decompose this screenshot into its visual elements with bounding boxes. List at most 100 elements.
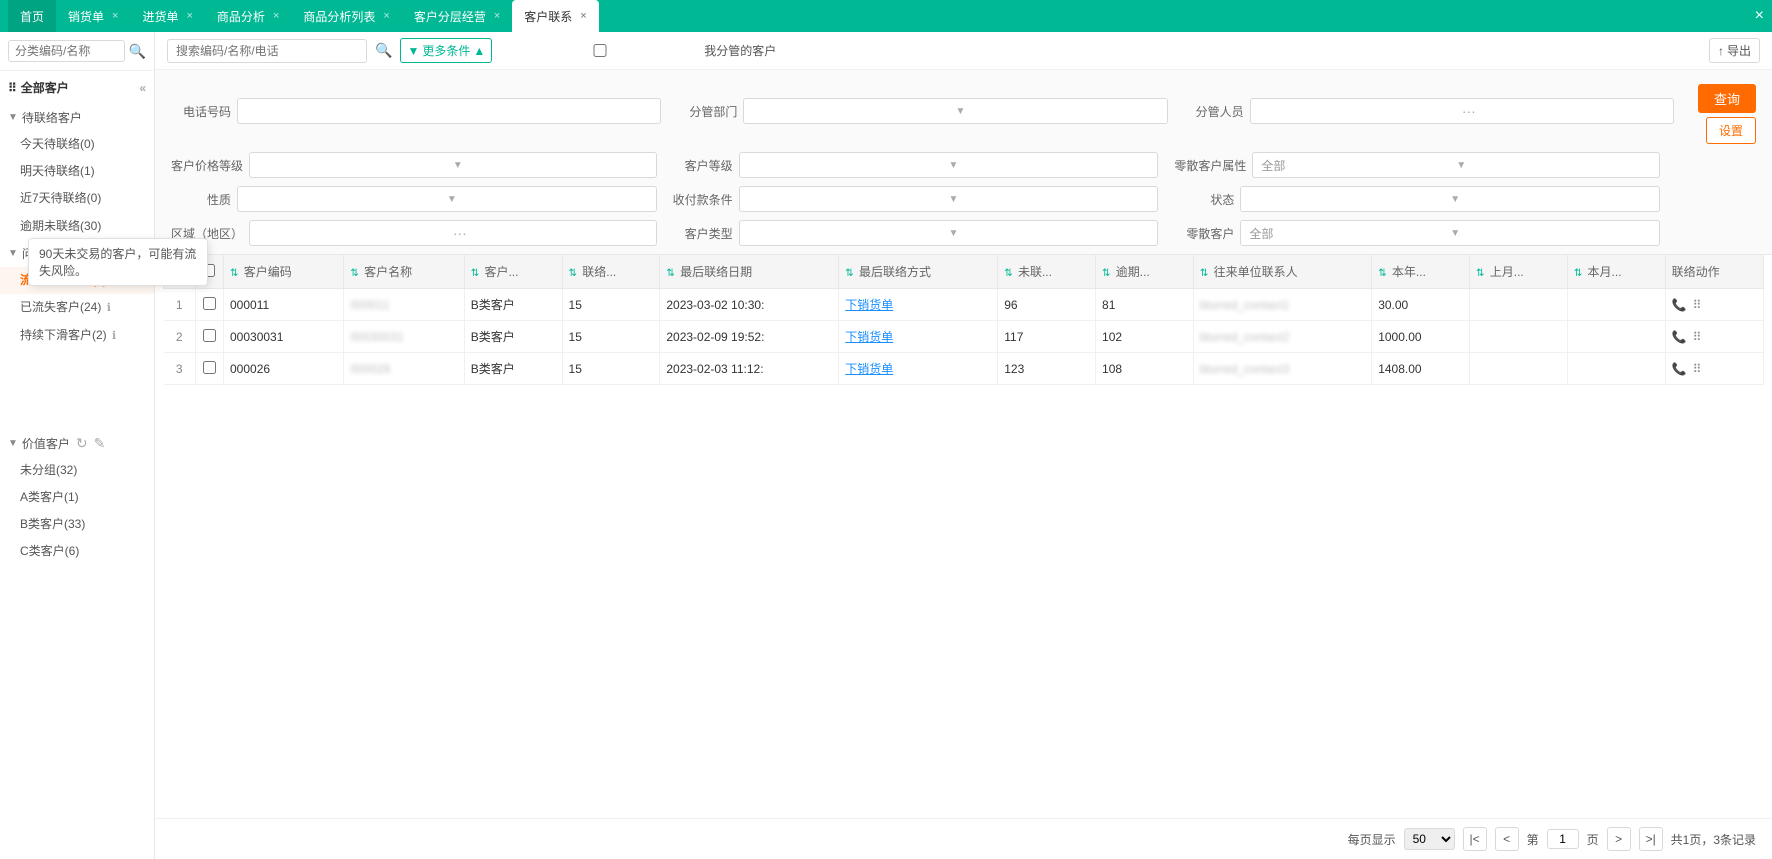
- zero-customer-select[interactable]: 全部 ▼: [1240, 220, 1660, 246]
- tab-customer-layer[interactable]: 客户分层经营 ×: [402, 0, 512, 32]
- close-purchase-order-icon[interactable]: ×: [186, 10, 192, 22]
- search-bar-icon[interactable]: 🔍: [375, 42, 392, 59]
- sort-method-icon[interactable]: ⇅: [845, 268, 853, 279]
- sort-contact-icon[interactable]: ⇅: [569, 268, 577, 279]
- close-product-analysis-list-icon[interactable]: ×: [383, 10, 389, 22]
- collapse-sidebar-icon[interactable]: «: [139, 81, 146, 95]
- sort-type-icon[interactable]: ⇅: [471, 268, 479, 279]
- sidebar-item-class-c[interactable]: C类客户(6): [0, 538, 154, 565]
- export-btn[interactable]: ↑ 导出: [1709, 38, 1760, 63]
- row-checkbox-2[interactable]: [203, 361, 216, 374]
- search-input[interactable]: [167, 39, 367, 63]
- prev-page-btn[interactable]: <: [1495, 827, 1519, 851]
- customer-grade-select[interactable]: ▼: [739, 152, 1159, 178]
- action-more-icon-1[interactable]: ⠿: [1693, 330, 1702, 344]
- sort-overdue-icon[interactable]: ⇅: [1102, 268, 1110, 279]
- sort-no-contact-icon[interactable]: ⇅: [1004, 268, 1012, 279]
- action-more-icon-0[interactable]: ⠿: [1693, 298, 1702, 312]
- sidebar-item-today-contact[interactable]: 今天待联络(0): [0, 131, 154, 158]
- action-more-icon-2[interactable]: ⠿: [1693, 362, 1702, 376]
- sidebar-item-7days-contact[interactable]: 近7天待联络(0): [0, 185, 154, 212]
- next-page-btn[interactable]: >: [1607, 827, 1631, 851]
- sidebar-item-ungrouped[interactable]: 未分组(32): [0, 457, 154, 484]
- cell-action-0[interactable]: 📞 ⠿: [1665, 289, 1763, 321]
- customer-price-grade-select[interactable]: ▼: [249, 152, 657, 178]
- sidebar-item-overdue-contact[interactable]: 逾期未联络(30): [0, 213, 154, 240]
- cell-name-0: 000011: [344, 289, 464, 321]
- tab-product-analysis[interactable]: 商品分析 ×: [205, 0, 291, 32]
- cell-checkbox-0[interactable]: [196, 289, 224, 321]
- phone-input[interactable]: [237, 98, 661, 124]
- page-input[interactable]: [1547, 829, 1579, 849]
- nature-select[interactable]: ▼: [237, 186, 657, 212]
- action-contact-icon-0[interactable]: 📞: [1672, 298, 1687, 312]
- close-sales-order-icon[interactable]: ×: [112, 10, 118, 22]
- customer-type-select[interactable]: ▼: [739, 220, 1159, 246]
- division-dept-select[interactable]: ▼: [743, 98, 1167, 124]
- close-customer-layer-icon[interactable]: ×: [494, 10, 500, 22]
- region-select[interactable]: ···: [249, 220, 657, 246]
- sidebar-search-icon[interactable]: 🔍: [129, 43, 146, 60]
- tab-product-analysis-list[interactable]: 商品分析列表 ×: [291, 0, 401, 32]
- sort-unit-icon[interactable]: ⇅: [1200, 268, 1208, 279]
- more-conditions-btn[interactable]: ▼ 更多条件 ▲: [400, 38, 492, 63]
- sort-last-month-icon[interactable]: ⇅: [1476, 268, 1484, 279]
- method-link-1[interactable]: 下销货单: [845, 330, 893, 344]
- close-window-icon[interactable]: ×: [1755, 7, 1764, 25]
- sidebar-search-input[interactable]: [8, 40, 125, 62]
- region-more-icon[interactable]: ···: [453, 225, 648, 241]
- refresh-value-icon[interactable]: ↻: [76, 435, 88, 452]
- all-customers-section[interactable]: ⠿ 全部客户 «: [0, 71, 154, 104]
- row-checkbox-1[interactable]: [203, 329, 216, 342]
- first-page-btn[interactable]: |<: [1463, 827, 1487, 851]
- cell-checkbox-2[interactable]: [196, 353, 224, 385]
- sidebar-item-declining[interactable]: 持续下滑客户(2) ℹ: [0, 322, 154, 350]
- tab-sales-order[interactable]: 销货单 ×: [56, 0, 130, 32]
- action-contact-icon-2[interactable]: 📞: [1672, 362, 1687, 376]
- edit-value-icon[interactable]: ✎: [94, 435, 106, 452]
- cell-method-2[interactable]: 下销货单: [839, 353, 998, 385]
- cell-action-2[interactable]: 📞 ⠿: [1665, 353, 1763, 385]
- sort-year-icon[interactable]: ⇅: [1378, 268, 1386, 279]
- sidebar-item-tomorrow-contact[interactable]: 明天待联络(1): [0, 158, 154, 185]
- last-page-btn[interactable]: >|: [1639, 827, 1663, 851]
- settings-button[interactable]: 设置: [1706, 117, 1756, 144]
- zero-customer-attr-select[interactable]: 全部 ▼: [1252, 152, 1660, 178]
- sort-code-icon[interactable]: ⇅: [230, 268, 238, 279]
- sidebar-item-class-b[interactable]: B类客户(33): [0, 511, 154, 538]
- division-person-select[interactable]: ···: [1250, 98, 1674, 124]
- action-icons-0[interactable]: 📞 ⠿: [1672, 298, 1757, 312]
- sidebar-item-class-a[interactable]: A类客户(1): [0, 484, 154, 511]
- method-link-2[interactable]: 下销货单: [845, 362, 893, 376]
- sidebar-item-churned[interactable]: 已流失客户(24) ℹ: [0, 294, 154, 322]
- sidebar-group-value[interactable]: ▼ 价值客户 ↻ ✎: [0, 430, 154, 457]
- table-container[interactable]: ⚙ ⇅ 客户编码 ⇅ 客户名称: [155, 255, 1772, 818]
- cell-method-1[interactable]: 下销货单: [839, 321, 998, 353]
- zero-customer-attr-value: 全部: [1261, 157, 1456, 174]
- per-page-select[interactable]: 50 100: [1404, 828, 1455, 850]
- division-person-more-icon[interactable]: ···: [1462, 103, 1665, 119]
- status-select[interactable]: ▼: [1240, 186, 1660, 212]
- action-icons-1[interactable]: 📞 ⠿: [1672, 330, 1757, 344]
- row-checkbox-0[interactable]: [203, 297, 216, 310]
- sort-this-month-icon[interactable]: ⇅: [1574, 268, 1582, 279]
- cell-method-0[interactable]: 下销货单: [839, 289, 998, 321]
- my-customers-checkbox[interactable]: [500, 44, 700, 57]
- sidebar-group-pending-contact[interactable]: ▼ 待联络客户: [0, 104, 154, 131]
- query-button[interactable]: 查询: [1698, 84, 1756, 113]
- cell-action-1[interactable]: 📞 ⠿: [1665, 321, 1763, 353]
- tab-customer-contact[interactable]: 客户联系 ×: [512, 0, 598, 32]
- payment-terms-select[interactable]: ▼: [739, 186, 1159, 212]
- action-icons-2[interactable]: 📞 ⠿: [1672, 362, 1757, 376]
- tab-home[interactable]: 首页: [8, 0, 56, 32]
- sort-date-icon[interactable]: ⇅: [666, 268, 674, 279]
- action-contact-icon-1[interactable]: 📞: [1672, 330, 1687, 344]
- close-customer-contact-icon[interactable]: ×: [580, 10, 586, 22]
- close-product-analysis-icon[interactable]: ×: [273, 10, 279, 22]
- sort-name-icon[interactable]: ⇅: [350, 268, 358, 279]
- cell-checkbox-1[interactable]: [196, 321, 224, 353]
- tab-purchase-order[interactable]: 进货单 ×: [130, 0, 204, 32]
- method-link-0[interactable]: 下销货单: [845, 298, 893, 312]
- cell-this-month-0: [1567, 289, 1665, 321]
- my-customers-checkbox-group[interactable]: 我分管的客户: [500, 42, 776, 59]
